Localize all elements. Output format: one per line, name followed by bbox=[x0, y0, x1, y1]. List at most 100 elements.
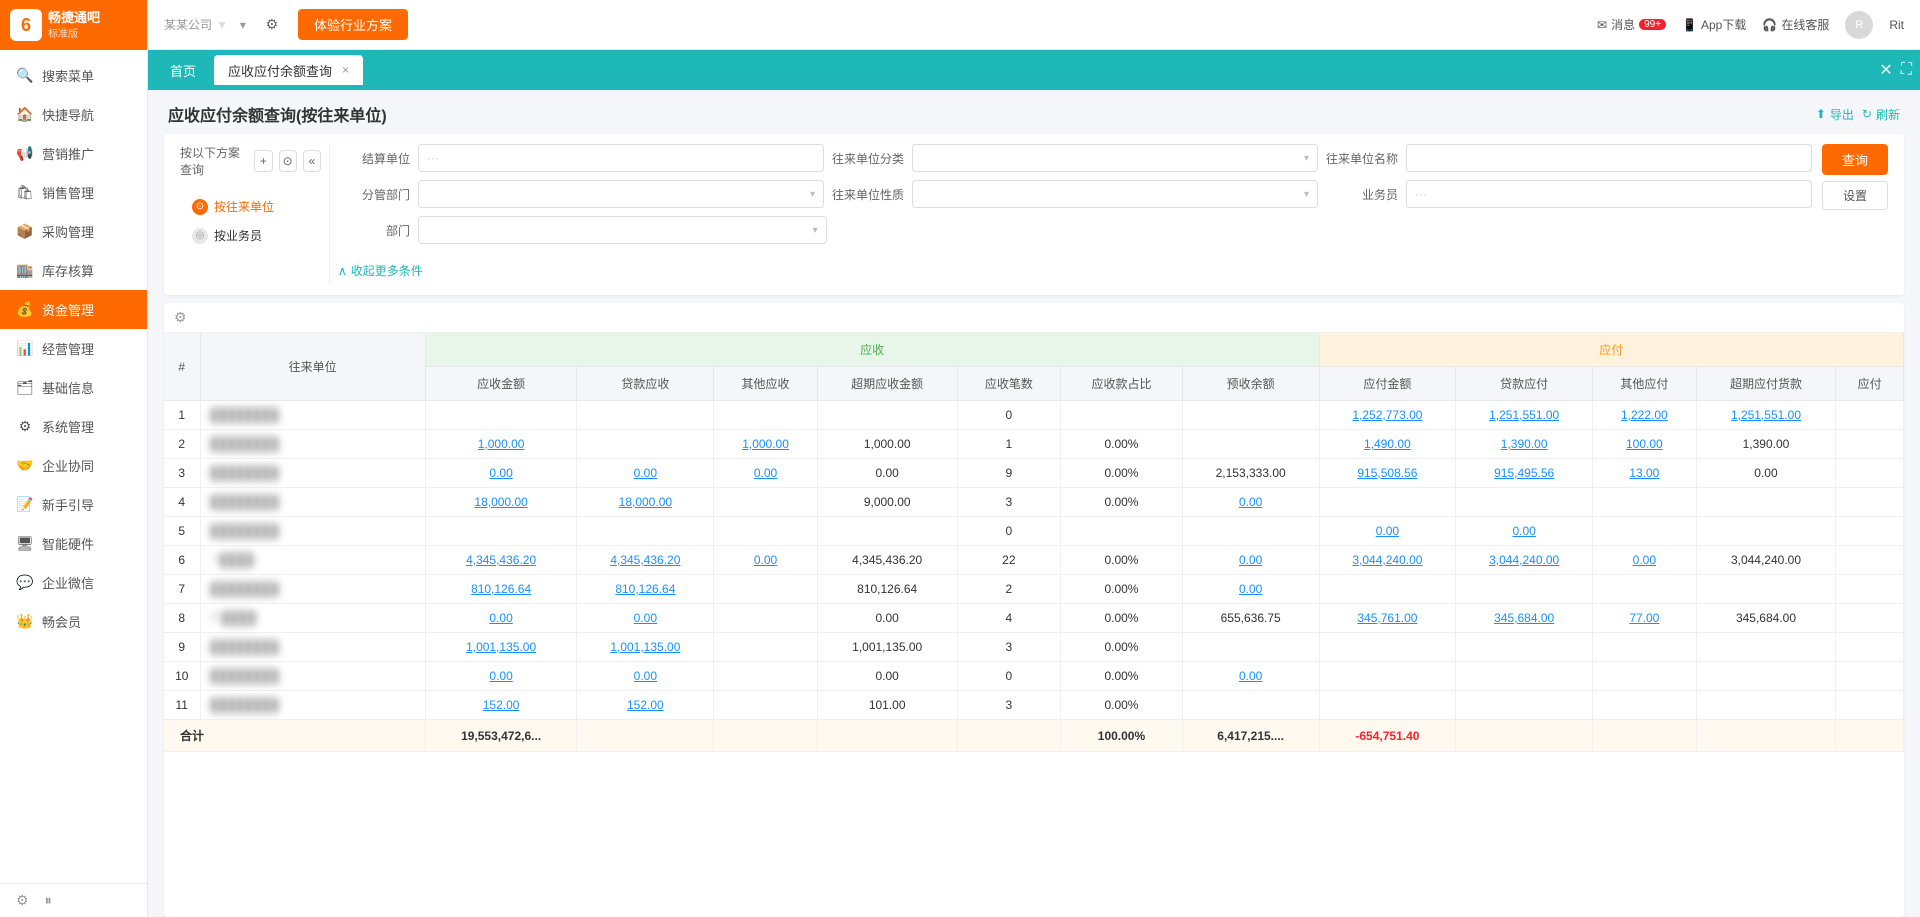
app-download-button[interactable]: 📱 App下载 bbox=[1682, 16, 1746, 33]
sidebar-item-search[interactable]: 🔍 搜索菜单 bbox=[0, 56, 147, 95]
sidebar-item-fund[interactable]: 💰 资金管理 bbox=[0, 290, 147, 329]
table-toolbar: ⚙ bbox=[164, 303, 1904, 333]
partner-nature-input[interactable]: ▾ bbox=[912, 180, 1318, 208]
service-button[interactable]: 🎧 在线客服 bbox=[1762, 16, 1829, 33]
sidebar-item-marketing[interactable]: 📢 营销推广 bbox=[0, 134, 147, 173]
salesperson-input[interactable]: ··· bbox=[1406, 180, 1812, 208]
sales-icon: 🛍 bbox=[16, 184, 34, 202]
tab-home-label: 首页 bbox=[170, 61, 196, 80]
filter-add-button[interactable]: + bbox=[254, 150, 272, 172]
tab-home[interactable]: 首页 bbox=[156, 55, 210, 85]
schema-item-salesperson[interactable]: ◎ 按业务员 bbox=[180, 221, 321, 250]
collapse-button[interactable]: ∧ 收起更多条件 bbox=[338, 256, 1812, 285]
field-label-partner-name: 往来单位名称 bbox=[1326, 150, 1406, 167]
sidebar-item-shortcut[interactable]: 🏠 快捷导航 bbox=[0, 95, 147, 134]
table-row: 11 ████████ 152.00 152.00 101.00 3 0.00% bbox=[164, 691, 1904, 720]
main-content: 应收应付余额查询(按往来单位) ⬆ 导出 ↻ 刷新 按以下方案查询 + ⊙ « bbox=[148, 90, 1920, 917]
refresh-button[interactable]: ↻ 刷新 bbox=[1862, 106, 1900, 123]
message-button[interactable]: ✉ 消息 99+ bbox=[1597, 16, 1666, 33]
sidebar-logo: 6 畅捷通吧 标准版 bbox=[0, 0, 147, 50]
sidebar-item-sales[interactable]: 🛍 销售管理 bbox=[0, 173, 147, 212]
col-loan-payable: 贷款应付 bbox=[1456, 367, 1593, 401]
data-table-wrapper: ⚙ # 往来单位 应收 应付 应收金额 贷款应收 其他应收 超期应收金额 bbox=[164, 303, 1904, 917]
table-gear-icon[interactable]: ⚙ bbox=[174, 309, 187, 326]
sidebar-label-guide: 新手引导 bbox=[42, 495, 94, 514]
col-overdue-payable: 超期应付货款 bbox=[1696, 367, 1836, 401]
breadcrumb-text: 某某公司 bbox=[164, 16, 212, 33]
table-row: 7 ████████ 810,126.64 810,126.64 810,126… bbox=[164, 575, 1904, 604]
filter-field-salesperson: 业务员 ··· bbox=[1326, 180, 1812, 208]
sidebar-label-business: 经营管理 bbox=[42, 339, 94, 358]
page-title: 应收应付余额查询(按往来单位) bbox=[168, 102, 387, 126]
basic-icon: 🗂 bbox=[16, 379, 34, 397]
partner-name-input[interactable] bbox=[1406, 144, 1812, 172]
col-receivable-count: 应收笔数 bbox=[957, 367, 1061, 401]
sidebar-label-sales: 销售管理 bbox=[42, 183, 94, 202]
header-dropdown[interactable]: ▾ bbox=[240, 18, 246, 32]
message-badge: 99+ bbox=[1639, 19, 1666, 30]
avatar: R bbox=[1845, 11, 1873, 39]
sidebar-item-member[interactable]: 👑 畅会员 bbox=[0, 602, 147, 641]
tab-fullscreen-icon[interactable]: ⛶ bbox=[1901, 61, 1912, 79]
filter-settings-button[interactable]: ⊙ bbox=[279, 150, 297, 172]
col-group-payable: 应付 bbox=[1319, 333, 1903, 367]
query-button[interactable]: 查询 bbox=[1822, 144, 1888, 175]
sidebar-item-business[interactable]: 📊 经营管理 bbox=[0, 329, 147, 368]
settlement-input[interactable]: ··· bbox=[418, 144, 824, 172]
col-partner: 往来单位 bbox=[200, 333, 425, 401]
export-button[interactable]: ⬆ 导出 bbox=[1816, 106, 1854, 123]
total-ratio: 100.00% bbox=[1061, 720, 1183, 752]
chevron-down-icon: ▾ bbox=[240, 18, 246, 32]
schema-dot-salesperson: ◎ bbox=[192, 228, 208, 244]
app-icon: 📱 bbox=[1682, 18, 1697, 32]
sidebar-bottom: ⚙ ⏸ bbox=[0, 883, 147, 917]
tab-close-icon[interactable]: × bbox=[342, 63, 349, 77]
tab-close-window-icon[interactable]: ✕ bbox=[1879, 60, 1892, 80]
sidebar-label-member: 畅会员 bbox=[42, 612, 81, 631]
sidebar-label-inventory: 库存核算 bbox=[42, 261, 94, 280]
sidebar-item-wechat[interactable]: 💬 企业微信 bbox=[0, 563, 147, 602]
total-payable: -654,751.40 bbox=[1319, 720, 1456, 752]
tab-bar-right: ✕ ⛶ bbox=[1879, 60, 1912, 80]
inventory-icon: 🏬 bbox=[16, 262, 34, 280]
total-advance: 6,417,215.... bbox=[1182, 720, 1319, 752]
table-row: 1 ████████ 0 1,252,773.00 1,251,551.00 1… bbox=[164, 401, 1904, 430]
schema-item-partner[interactable]: ⊙ 按往来单位 bbox=[180, 192, 321, 221]
sidebar-item-system[interactable]: ⚙ 系统管理 bbox=[0, 407, 147, 446]
message-label: 消息 bbox=[1611, 16, 1635, 33]
partner-category-input[interactable]: ▾ bbox=[912, 144, 1318, 172]
chevron-department: ▾ bbox=[810, 189, 815, 200]
total-receivable: 19,553,472,6... bbox=[425, 720, 577, 752]
settings-bottom-icon[interactable]: ⚙ bbox=[16, 892, 29, 909]
collapse-bottom-icon[interactable]: ⏸ bbox=[45, 892, 52, 909]
logo-name: 畅捷通吧 bbox=[48, 10, 100, 26]
tab-current[interactable]: 应收应付余额查询 × bbox=[214, 55, 363, 85]
settings-button[interactable]: 设置 bbox=[1822, 181, 1888, 210]
data-table: # 往来单位 应收 应付 应收金额 贷款应收 其他应收 超期应收金额 应收笔数 … bbox=[164, 333, 1904, 752]
logo-sub: 标准版 bbox=[48, 25, 100, 40]
table-scroll[interactable]: # 往来单位 应收 应付 应收金额 贷款应收 其他应收 超期应收金额 应收笔数 … bbox=[164, 333, 1904, 917]
sidebar-item-inventory[interactable]: 🏬 库存核算 bbox=[0, 251, 147, 290]
col-rownum: # bbox=[164, 333, 200, 401]
table-row: 9 ████████ 1,001,135.00 1,001,135.00 1,0… bbox=[164, 633, 1904, 662]
refresh-label: 刷新 bbox=[1876, 106, 1900, 123]
sidebar-item-guide[interactable]: 📝 新手引导 bbox=[0, 485, 147, 524]
table-row: 3 ████████ 0.00 0.00 0.00 0.00 9 0.00% 2… bbox=[164, 459, 1904, 488]
tab-current-label: 应收应付余额查询 bbox=[228, 61, 332, 80]
sidebar-item-basic[interactable]: 🗂 基础信息 bbox=[0, 368, 147, 407]
field-label-department: 分管部门 bbox=[338, 186, 418, 203]
col-group-receivable: 应收 bbox=[425, 333, 1319, 367]
filter-arrow-button[interactable]: « bbox=[303, 150, 321, 172]
sidebar-item-purchase[interactable]: 📦 采购管理 bbox=[0, 212, 147, 251]
department-input[interactable]: ▾ bbox=[418, 180, 824, 208]
collapse-label: 收起更多条件 bbox=[351, 262, 423, 279]
trial-button[interactable]: 体验行业方案 bbox=[298, 9, 408, 40]
sidebar-label-basic: 基础信息 bbox=[42, 378, 94, 397]
sidebar-item-collab[interactable]: 🤝 企业协同 bbox=[0, 446, 147, 485]
col-overdue-receivable: 超期应收金额 bbox=[817, 367, 957, 401]
sidebar-item-hardware[interactable]: 🖥 智能硬件 bbox=[0, 524, 147, 563]
search-icon: 🔍 bbox=[16, 67, 34, 85]
col-other-payable: 其他应付 bbox=[1593, 367, 1697, 401]
dept-input[interactable]: ▾ bbox=[418, 216, 827, 244]
gear-icon[interactable]: ⚙ bbox=[258, 11, 286, 39]
